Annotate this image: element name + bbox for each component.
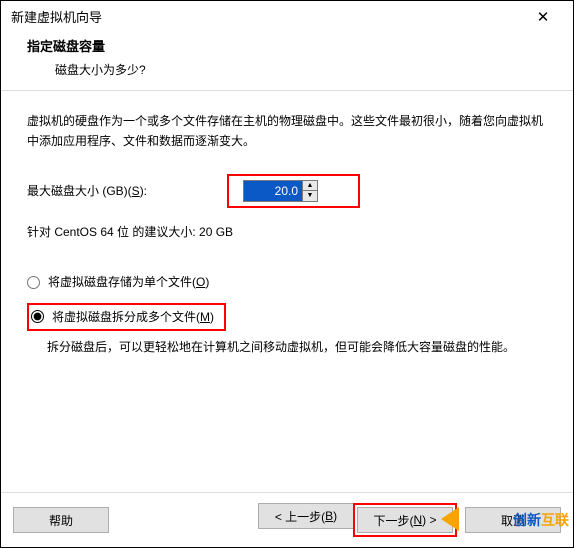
radio-single-file-input[interactable]: [27, 276, 40, 289]
close-icon[interactable]: ✕: [523, 8, 563, 26]
disk-size-input[interactable]: [244, 181, 302, 201]
disk-size-label-prefix: 最大磁盘大小 (GB)(: [27, 184, 132, 198]
spin-up-icon[interactable]: ▲: [303, 181, 317, 191]
radio-split-files[interactable]: 将虚拟磁盘拆分成多个文件(M): [31, 307, 214, 327]
radio-split-files-label: 将虚拟磁盘拆分成多个文件(M): [52, 307, 214, 327]
recommended-size-text: 针对 CentOS 64 位 的建议大小: 20 GB: [27, 222, 547, 242]
radio-split-highlight-wrap: 将虚拟磁盘拆分成多个文件(M): [27, 303, 547, 331]
wizard-window: 新建虚拟机向导 ✕ 指定磁盘容量 磁盘大小为多少? 虚拟机的硬盘作为一个或多个文…: [0, 0, 574, 548]
page-subtitle: 磁盘大小为多少?: [27, 61, 553, 78]
next-button-highlight: 下一步(N) >: [353, 503, 457, 537]
help-button[interactable]: 帮助: [13, 507, 109, 533]
radio-single-file-label: 将虚拟磁盘存储为单个文件(O): [48, 272, 209, 292]
radio-split-highlight: 将虚拟磁盘拆分成多个文件(M): [27, 303, 226, 331]
disk-size-mnemonic: S: [132, 184, 140, 198]
radio-single-file[interactable]: 将虚拟磁盘存储为单个文件(O): [27, 272, 547, 292]
cancel-button-wrap: 取消 创新互联: [465, 507, 561, 533]
wizard-content: 虚拟机的硬盘作为一个或多个文件存储在主机的物理磁盘中。这些文件最初很小，随着您向…: [1, 91, 573, 492]
disk-size-label-suffix: ):: [140, 184, 147, 198]
description-text: 虚拟机的硬盘作为一个或多个文件存储在主机的物理磁盘中。这些文件最初很小，随着您向…: [27, 111, 547, 152]
back-button[interactable]: < 上一步(B): [258, 503, 354, 529]
disk-size-row: 最大磁盘大小 (GB)(S): ▲ ▼: [27, 174, 547, 208]
wizard-footer: 帮助 < 上一步(B) 下一步(N) > 取消 创新互联: [1, 492, 573, 547]
disk-size-highlight: ▲ ▼: [227, 174, 360, 208]
cancel-button[interactable]: 取消: [465, 507, 561, 533]
title-bar: 新建虚拟机向导 ✕: [1, 1, 573, 28]
disk-size-label: 最大磁盘大小 (GB)(S):: [27, 181, 227, 201]
page-title: 指定磁盘容量: [27, 36, 553, 55]
radio-split-files-input[interactable]: [31, 310, 44, 323]
nav-button-group: < 上一步(B) 下一步(N) >: [258, 503, 457, 537]
spin-buttons: ▲ ▼: [302, 181, 317, 201]
split-description: 拆分磁盘后，可以更轻松地在计算机之间移动虚拟机，但可能会降低大容量磁盘的性能。: [27, 337, 547, 357]
disk-size-spinbox: ▲ ▼: [243, 180, 318, 202]
spin-down-icon[interactable]: ▼: [303, 191, 317, 201]
wizard-header: 指定磁盘容量 磁盘大小为多少?: [1, 28, 573, 91]
next-button[interactable]: 下一步(N) >: [357, 507, 453, 533]
window-title: 新建虚拟机向导: [11, 7, 102, 26]
